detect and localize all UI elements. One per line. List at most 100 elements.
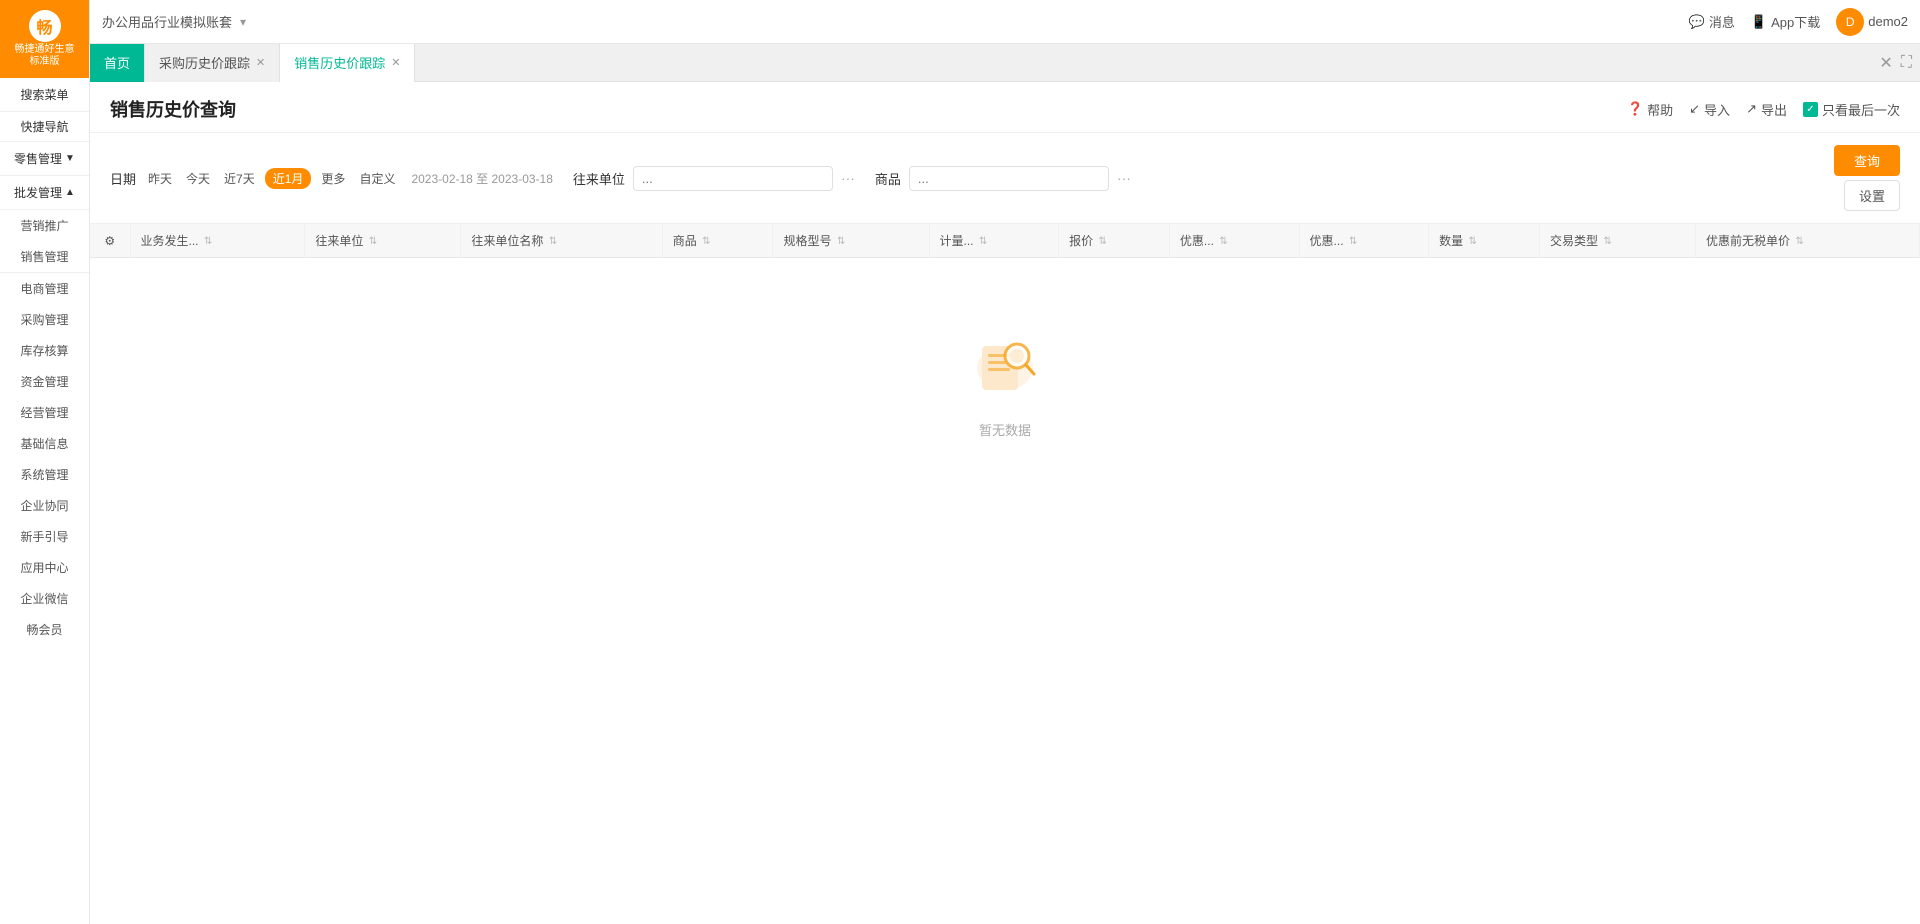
date-btn-1month[interactable]: 近1月	[265, 168, 312, 189]
message-action[interactable]: 💬 消息	[1689, 12, 1735, 31]
settings-button[interactable]: 设置	[1844, 180, 1900, 211]
sidebar-item-new-guide[interactable]: 新手引导	[0, 521, 89, 552]
partner-filter-group: 往来单位 ···	[573, 166, 855, 191]
partner-filter-more-icon[interactable]: ···	[841, 170, 855, 186]
message-icon: 💬	[1689, 14, 1705, 30]
th-discount1[interactable]: 优惠... ⇅	[1169, 224, 1299, 258]
partner-filter-input[interactable]	[633, 166, 833, 191]
tab-purchase-history-label: 采购历史价跟踪	[159, 53, 250, 72]
goods-filter-group: 商品 ···	[875, 166, 1131, 191]
page-header: 销售历史价查询 ❓ 帮助 ↙ 导入 ↗ 导出 ✓ 只看最后一次	[90, 82, 1920, 133]
date-btn-yesterday[interactable]: 昨天	[144, 168, 176, 189]
th-discount2[interactable]: 优惠... ⇅	[1299, 224, 1429, 258]
retail-mgmt-arrow: ▼	[65, 153, 75, 164]
sidebar-item-basic-info[interactable]: 基础信息	[0, 428, 89, 459]
app-download-label: App下载	[1771, 12, 1820, 31]
th-spec[interactable]: 规格型号 ⇅	[773, 224, 929, 258]
tab-close-all-icon[interactable]: ✕	[1879, 53, 1892, 73]
th-biz-date[interactable]: 业务发生... ⇅	[130, 224, 305, 258]
page-title: 销售历史价查询	[110, 96, 236, 122]
th-partner-name[interactable]: 往来单位名称 ⇅	[461, 224, 662, 258]
sidebar-item-quick-nav[interactable]: 快捷导航	[0, 112, 89, 142]
date-btn-custom[interactable]: 自定义	[355, 168, 399, 189]
page-content: 销售历史价查询 ❓ 帮助 ↙ 导入 ↗ 导出 ✓ 只看最后一次	[90, 82, 1920, 924]
export-action[interactable]: ↗ 导出	[1746, 100, 1787, 119]
filter-area: 日期 昨天 今天 近7天 近1月 更多 自定义 2023-02-18 至 202…	[90, 133, 1920, 224]
th-goods[interactable]: 商品 ⇅	[662, 224, 773, 258]
date-btn-7days[interactable]: 近7天	[220, 168, 259, 189]
sidebar-item-inventory[interactable]: 库存核算	[0, 335, 89, 366]
th-trade-type[interactable]: 交易类型 ⇅	[1539, 224, 1695, 258]
topbar: 办公用品行业模拟账套 ▾ 💬 消息 📱 App下载 D demo2	[90, 0, 1920, 44]
sort-icon-quote: ⇅	[1099, 236, 1107, 247]
th-pre-discount-price[interactable]: 优惠前无税单价 ⇅	[1695, 224, 1919, 258]
sidebar-item-enterprise-wechat[interactable]: 企业微信	[0, 583, 89, 614]
tab-home[interactable]: 首页	[90, 44, 145, 82]
sidebar-item-app-center[interactable]: 应用中心	[0, 552, 89, 583]
partner-filter-label: 往来单位	[573, 169, 625, 188]
sidebar: 畅 畅捷通好生意 标准版 搜索菜单 快捷导航 零售管理 ▼ 批发管理 ▲ 营销推…	[0, 0, 90, 924]
user-avatar: D	[1836, 8, 1864, 36]
tab-fullscreen-icon[interactable]: ⛶	[1901, 54, 1912, 72]
tab-purchase-history[interactable]: 采购历史价跟踪 ✕	[145, 44, 280, 82]
sort-icon-goods: ⇅	[702, 236, 710, 247]
empty-text: 暂无数据	[979, 420, 1031, 439]
sort-icon-pre-discount-price: ⇅	[1795, 236, 1803, 247]
topbar-title: 办公用品行业模拟账套	[102, 12, 232, 31]
wholesale-mgmt-arrow: ▲	[65, 187, 75, 198]
tab-home-label: 首页	[104, 53, 130, 72]
sidebar-item-member[interactable]: 畅会员	[0, 614, 89, 645]
sidebar-item-enterprise-collab[interactable]: 企业协同	[0, 490, 89, 521]
sidebar-item-system-mgmt[interactable]: 系统管理	[0, 459, 89, 490]
sort-icon-discount1: ⇅	[1219, 236, 1227, 247]
topbar-left: 办公用品行业模拟账套 ▾	[102, 12, 246, 31]
query-button[interactable]: 查询	[1834, 145, 1900, 176]
sidebar-item-finance-mgmt[interactable]: 资金管理	[0, 366, 89, 397]
tab-purchase-history-close[interactable]: ✕	[256, 56, 265, 69]
help-icon: ❓	[1627, 101, 1643, 117]
date-btn-today[interactable]: 今天	[182, 168, 214, 189]
filter-buttons: 查询 设置	[1834, 145, 1900, 211]
checkbox-label-text: 只看最后一次	[1822, 100, 1900, 119]
sidebar-item-ecommerce-mgmt[interactable]: 电商管理	[0, 273, 89, 304]
user-profile[interactable]: D demo2	[1836, 8, 1908, 36]
sidebar-item-search-menu[interactable]: 搜索菜单	[0, 78, 89, 112]
empty-state-icon	[960, 318, 1050, 408]
import-icon: ↙	[1689, 101, 1700, 117]
sidebar-item-purchase-mgmt[interactable]: 采购管理	[0, 304, 89, 335]
table-container: ⚙ 业务发生... ⇅ 往来单位 ⇅ 往来单位名称 ⇅	[90, 224, 1920, 924]
sidebar-item-retail-mgmt[interactable]: 零售管理 ▼	[0, 142, 89, 176]
sidebar-item-sales-mgmt[interactable]: 销售管理	[0, 241, 89, 272]
app-download-icon: 📱	[1751, 14, 1767, 30]
date-filter-label: 日期	[110, 169, 136, 188]
main-area: 办公用品行业模拟账套 ▾ 💬 消息 📱 App下载 D demo2 首页 采购历…	[90, 0, 1920, 924]
message-label: 消息	[1709, 12, 1735, 31]
app-download-action[interactable]: 📱 App下载	[1751, 12, 1820, 31]
th-quantity[interactable]: 数量 ⇅	[1429, 224, 1540, 258]
tab-sales-history-close[interactable]: ✕	[391, 56, 400, 69]
logo-text: 畅捷通好生意 标准版	[15, 44, 75, 68]
sort-icon-discount2: ⇅	[1349, 236, 1357, 247]
goods-filter-label: 商品	[875, 169, 901, 188]
only-last-once-checkbox[interactable]: ✓ 只看最后一次	[1803, 100, 1900, 119]
tab-sales-history[interactable]: 销售历史价跟踪 ✕	[280, 44, 415, 82]
th-quote[interactable]: 报价 ⇅	[1059, 224, 1170, 258]
table-header-row: ⚙ 业务发生... ⇅ 往来单位 ⇅ 往来单位名称 ⇅	[90, 224, 1920, 258]
page-header-actions: ❓ 帮助 ↙ 导入 ↗ 导出 ✓ 只看最后一次	[1627, 100, 1900, 119]
date-filter-group: 日期 昨天 今天 近7天 近1月 更多 自定义 2023-02-18 至 202…	[110, 168, 553, 189]
goods-filter-input[interactable]	[909, 166, 1109, 191]
sort-icon-trade-type: ⇅	[1603, 236, 1611, 247]
th-unit[interactable]: 计量... ⇅	[929, 224, 1059, 258]
date-btn-more[interactable]: 更多	[317, 168, 349, 189]
goods-filter-more-icon[interactable]: ···	[1117, 170, 1131, 186]
help-action[interactable]: ❓ 帮助	[1627, 100, 1673, 119]
username-label: demo2	[1868, 14, 1908, 29]
import-action[interactable]: ↙ 导入	[1689, 100, 1730, 119]
sort-icon-quantity: ⇅	[1469, 236, 1477, 247]
th-partner-code[interactable]: 往来单位 ⇅	[305, 224, 461, 258]
topbar-dropdown-icon[interactable]: ▾	[240, 15, 246, 29]
th-settings[interactable]: ⚙	[90, 224, 130, 258]
sidebar-item-operation-mgmt[interactable]: 经营管理	[0, 397, 89, 428]
sidebar-item-sales-promo[interactable]: 营销推广	[0, 210, 89, 241]
sidebar-item-wholesale-mgmt[interactable]: 批发管理 ▲	[0, 176, 89, 210]
